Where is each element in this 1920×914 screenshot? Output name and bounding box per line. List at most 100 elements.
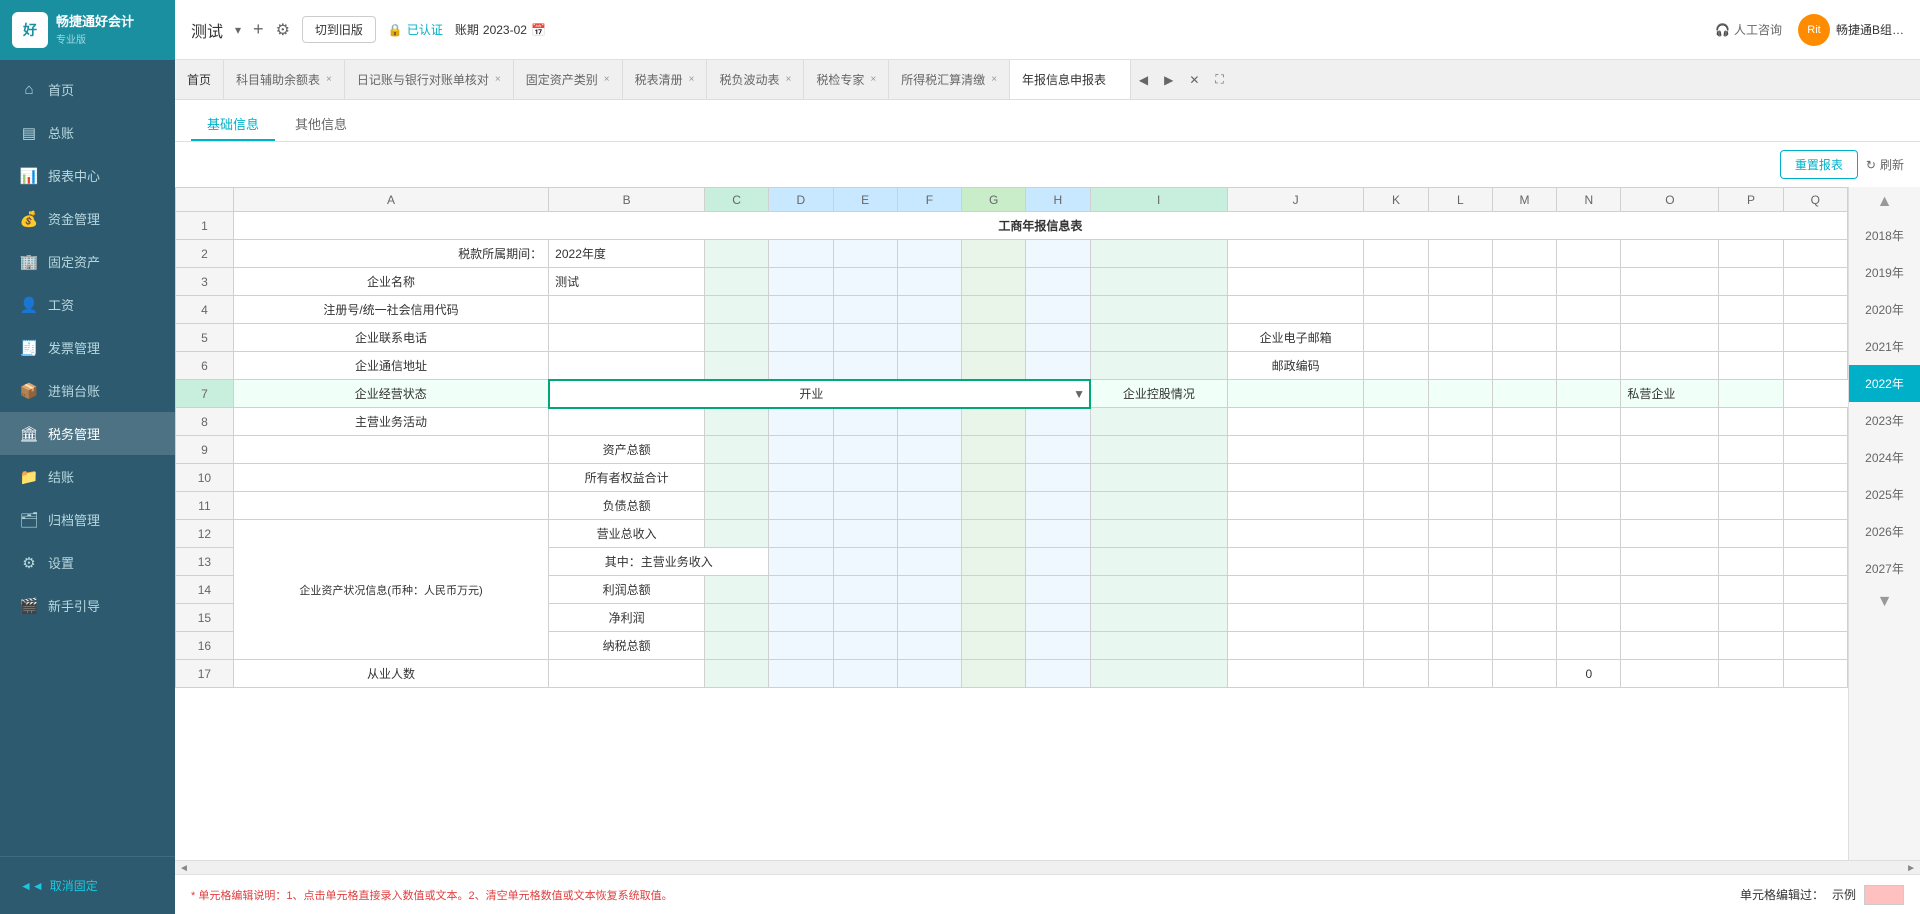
cell-10m[interactable]: [1492, 464, 1556, 492]
cell-5d[interactable]: [769, 324, 833, 352]
tab-next-nav[interactable]: ▶: [1156, 73, 1181, 87]
cell-2g[interactable]: [962, 240, 1026, 268]
cell-4n[interactable]: [1557, 296, 1621, 324]
pin-toggle[interactable]: ◄◄ 取消固定: [0, 867, 175, 904]
dropdown-arrow-icon[interactable]: ▼: [1073, 387, 1089, 401]
cell-17b[interactable]: [549, 660, 705, 688]
tab-prev-nav[interactable]: ◀: [1131, 73, 1156, 87]
cell-2b[interactable]: 2022年度: [549, 240, 705, 268]
cell-7k[interactable]: [1227, 380, 1364, 408]
cell-15i[interactable]: [1090, 604, 1227, 632]
cell-13g[interactable]: [962, 548, 1026, 576]
cell-17f[interactable]: [897, 660, 961, 688]
cell-10l[interactable]: [1428, 464, 1492, 492]
cell-16d[interactable]: [769, 632, 833, 660]
year-item-2019[interactable]: 2019年: [1849, 254, 1920, 291]
cell-16i[interactable]: [1090, 632, 1227, 660]
scroll-right-button[interactable]: ►: [1902, 861, 1920, 874]
cell-3b[interactable]: 测试: [549, 268, 705, 296]
cell-4f[interactable]: [897, 296, 961, 324]
cell-7q[interactable]: [1719, 380, 1783, 408]
cell-3q[interactable]: [1783, 268, 1847, 296]
cell-10o[interactable]: [1621, 464, 1719, 492]
sidebar-item-assets[interactable]: 🏢 固定资产: [0, 240, 175, 283]
cell-4b[interactable]: [549, 296, 705, 324]
cell-11f[interactable]: [897, 492, 961, 520]
cell-13k[interactable]: [1364, 548, 1428, 576]
cell-15l[interactable]: [1428, 604, 1492, 632]
cell-5n[interactable]: [1557, 324, 1621, 352]
cell-4q[interactable]: [1783, 296, 1847, 324]
cell-6m[interactable]: [1492, 352, 1556, 380]
cell-13i[interactable]: [1090, 548, 1227, 576]
cell-10q[interactable]: [1783, 464, 1847, 492]
cell-9o[interactable]: [1621, 436, 1719, 464]
cell-2j[interactable]: [1227, 240, 1364, 268]
cell-14e[interactable]: [833, 576, 897, 604]
tab-taxcheck[interactable]: 税检专家 ×: [804, 60, 889, 100]
tab-close-all[interactable]: ✕: [1181, 73, 1207, 87]
cell-6o[interactable]: [1621, 352, 1719, 380]
cell-8d[interactable]: [769, 408, 833, 436]
cell-16l[interactable]: [1428, 632, 1492, 660]
cell-4l[interactable]: [1428, 296, 1492, 324]
cell-10n[interactable]: [1557, 464, 1621, 492]
cell-4i[interactable]: [1090, 296, 1227, 324]
cell-8j[interactable]: [1227, 408, 1364, 436]
cell-14q[interactable]: [1783, 576, 1847, 604]
cell-4h[interactable]: [1026, 296, 1090, 324]
year-item-2018[interactable]: 2018年: [1849, 217, 1920, 254]
cell-11d[interactable]: [769, 492, 833, 520]
topbar-dropdown[interactable]: ▾: [235, 23, 241, 37]
cell-15q[interactable]: [1783, 604, 1847, 632]
cell-15o[interactable]: [1621, 604, 1719, 632]
cell-12p[interactable]: [1719, 520, 1783, 548]
cell-6q[interactable]: [1783, 352, 1847, 380]
year-item-2027[interactable]: 2027年: [1849, 550, 1920, 587]
cell-5h[interactable]: [1026, 324, 1090, 352]
cell-12m[interactable]: [1492, 520, 1556, 548]
cell-16c[interactable]: [705, 632, 769, 660]
cell-2d[interactable]: [769, 240, 833, 268]
cell-5k[interactable]: [1364, 324, 1428, 352]
tab-subject[interactable]: 科目辅助余额表 ×: [224, 60, 345, 100]
cell-8q[interactable]: [1783, 408, 1847, 436]
cell-2c[interactable]: [705, 240, 769, 268]
cell-11g[interactable]: [962, 492, 1026, 520]
cell-13m[interactable]: [1492, 548, 1556, 576]
user-profile[interactable]: Rit 畅捷通B组…: [1798, 14, 1904, 46]
cell-17l[interactable]: [1428, 660, 1492, 688]
cell-13f[interactable]: [897, 548, 961, 576]
topbar-gear-button[interactable]: ⚙: [276, 20, 290, 40]
cell-3d[interactable]: [769, 268, 833, 296]
cell-17e[interactable]: [833, 660, 897, 688]
cell-3n[interactable]: [1557, 268, 1621, 296]
cell-10d[interactable]: [769, 464, 833, 492]
cell-11n[interactable]: [1557, 492, 1621, 520]
cell-6c[interactable]: [705, 352, 769, 380]
sidebar-item-close[interactable]: 📁 结账: [0, 455, 175, 498]
cell-5g[interactable]: [962, 324, 1026, 352]
cell-2k[interactable]: [1364, 240, 1428, 268]
cell-6k[interactable]: [1364, 352, 1428, 380]
cell-10e[interactable]: [833, 464, 897, 492]
year-item-2024[interactable]: 2024年: [1849, 439, 1920, 476]
cell-15j[interactable]: [1227, 604, 1364, 632]
cell-14j[interactable]: [1227, 576, 1364, 604]
cell-5m[interactable]: [1492, 324, 1556, 352]
cell-11q[interactable]: [1783, 492, 1847, 520]
cell-16m[interactable]: [1492, 632, 1556, 660]
cell-11o[interactable]: [1621, 492, 1719, 520]
cell-4d[interactable]: [769, 296, 833, 324]
cell-10i[interactable]: [1090, 464, 1227, 492]
cell-6e[interactable]: [833, 352, 897, 380]
tab-home[interactable]: 首页: [175, 60, 224, 100]
cell-3m[interactable]: [1492, 268, 1556, 296]
cell-17k[interactable]: [1364, 660, 1428, 688]
service-button[interactable]: 🎧 人工咨询: [1715, 21, 1782, 38]
cell-15c[interactable]: [705, 604, 769, 632]
cell-3j[interactable]: [1227, 268, 1364, 296]
sidebar-item-home[interactable]: ⌂ 首页: [0, 68, 175, 111]
sidebar-item-archive[interactable]: 🗂 归档管理: [0, 498, 175, 541]
cell-8h[interactable]: [1026, 408, 1090, 436]
